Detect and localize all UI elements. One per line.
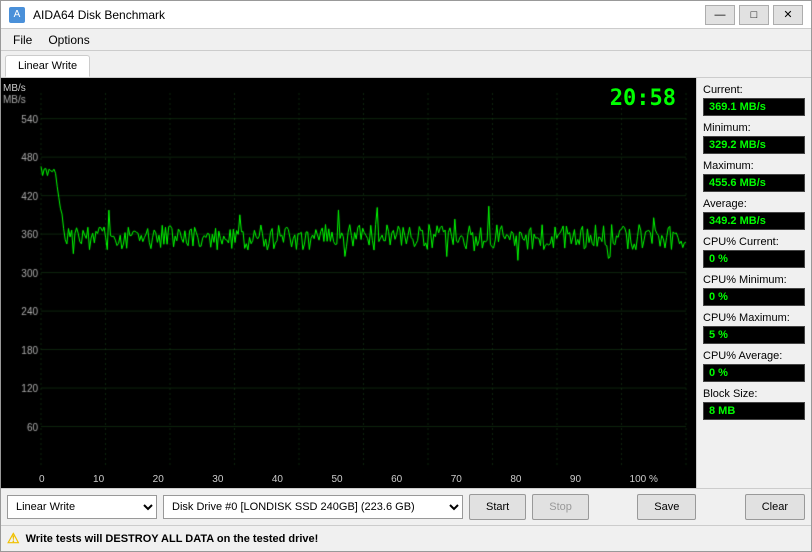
warning-text: Write tests will DESTROY ALL DATA on the… — [26, 533, 319, 545]
x-label-20: 20 — [153, 474, 164, 485]
time-display: 20:58 — [610, 86, 676, 111]
minimum-label: Minimum: — [703, 122, 805, 134]
cpu-maximum-value: 5 % — [703, 326, 805, 344]
chart-wrapper: MB/s 20:58 — [1, 78, 696, 470]
x-axis-labels: 0 10 20 30 40 50 60 70 80 90 100 % — [1, 470, 696, 488]
x-label-40: 40 — [272, 474, 283, 485]
tab-linear-write[interactable]: Linear Write — [5, 55, 90, 77]
x-label-10: 10 — [93, 474, 104, 485]
cpu-minimum-label: CPU% Minimum: — [703, 274, 805, 286]
average-value: 349.2 MB/s — [703, 212, 805, 230]
cpu-average-label: CPU% Average: — [703, 350, 805, 362]
minimize-button[interactable]: — — [705, 5, 735, 25]
y-axis-unit: MB/s — [3, 83, 26, 94]
save-button[interactable]: Save — [637, 494, 696, 520]
warning-icon: ⚠ — [7, 530, 20, 547]
close-button[interactable]: ✕ — [773, 5, 803, 25]
x-label-0: 0 — [39, 474, 45, 485]
bottom-controls: Linear Write Linear Read Random Write Ra… — [1, 489, 811, 525]
stats-sidebar: Current: 369.1 MB/s Minimum: 329.2 MB/s … — [696, 78, 811, 488]
chart-area: MB/s 20:58 0 10 20 30 40 50 60 70 80 90 … — [1, 78, 696, 488]
cpu-current-label: CPU% Current: — [703, 236, 805, 248]
stop-button[interactable]: Stop — [532, 494, 589, 520]
warning-bar: ⚠ Write tests will DESTROY ALL DATA on t… — [1, 525, 811, 551]
current-label: Current: — [703, 84, 805, 96]
minimum-value: 329.2 MB/s — [703, 136, 805, 154]
average-stat: Average: 349.2 MB/s — [703, 198, 805, 230]
x-label-90: 90 — [570, 474, 581, 485]
menu-options[interactable]: Options — [40, 31, 97, 48]
menu-bar: File Options — [1, 29, 811, 51]
x-label-50: 50 — [331, 474, 342, 485]
tab-bar: Linear Write — [1, 51, 811, 78]
x-label-80: 80 — [510, 474, 521, 485]
disk-select[interactable]: Disk Drive #0 [LONDISK SSD 240GB] (223.6… — [163, 495, 463, 519]
title-bar-left: A AIDA64 Disk Benchmark — [9, 7, 165, 23]
cpu-minimum-stat: CPU% Minimum: 0 % — [703, 274, 805, 306]
benchmark-chart — [1, 78, 696, 470]
x-label-100: 100 % — [630, 474, 658, 485]
block-size-value: 8 MB — [703, 402, 805, 420]
maximum-value: 455.6 MB/s — [703, 174, 805, 192]
cpu-current-stat: CPU% Current: 0 % — [703, 236, 805, 268]
cpu-average-stat: CPU% Average: 0 % — [703, 350, 805, 382]
title-controls: — □ ✕ — [705, 5, 803, 25]
minimum-stat: Minimum: 329.2 MB/s — [703, 122, 805, 154]
x-label-60: 60 — [391, 474, 402, 485]
x-label-30: 30 — [212, 474, 223, 485]
menu-file[interactable]: File — [5, 31, 40, 48]
current-stat: Current: 369.1 MB/s — [703, 84, 805, 116]
window-title: AIDA64 Disk Benchmark — [33, 8, 165, 22]
block-size-stat: Block Size: 8 MB — [703, 388, 805, 420]
bottom-bar: Linear Write Linear Read Random Write Ra… — [1, 488, 811, 551]
cpu-maximum-stat: CPU% Maximum: 5 % — [703, 312, 805, 344]
start-button[interactable]: Start — [469, 494, 526, 520]
title-bar: A AIDA64 Disk Benchmark — □ ✕ — [1, 1, 811, 29]
maximum-stat: Maximum: 455.6 MB/s — [703, 160, 805, 192]
main-content: MB/s 20:58 0 10 20 30 40 50 60 70 80 90 … — [1, 78, 811, 488]
average-label: Average: — [703, 198, 805, 210]
block-size-label: Block Size: — [703, 388, 805, 400]
maximize-button[interactable]: □ — [739, 5, 769, 25]
cpu-minimum-value: 0 % — [703, 288, 805, 306]
x-label-70: 70 — [451, 474, 462, 485]
main-window: A AIDA64 Disk Benchmark — □ ✕ File Optio… — [0, 0, 812, 552]
app-icon: A — [9, 7, 25, 23]
test-type-select[interactable]: Linear Write Linear Read Random Write Ra… — [7, 495, 157, 519]
cpu-average-value: 0 % — [703, 364, 805, 382]
cpu-current-value: 0 % — [703, 250, 805, 268]
cpu-maximum-label: CPU% Maximum: — [703, 312, 805, 324]
clear-button[interactable]: Clear — [745, 494, 805, 520]
current-value: 369.1 MB/s — [703, 98, 805, 116]
maximum-label: Maximum: — [703, 160, 805, 172]
